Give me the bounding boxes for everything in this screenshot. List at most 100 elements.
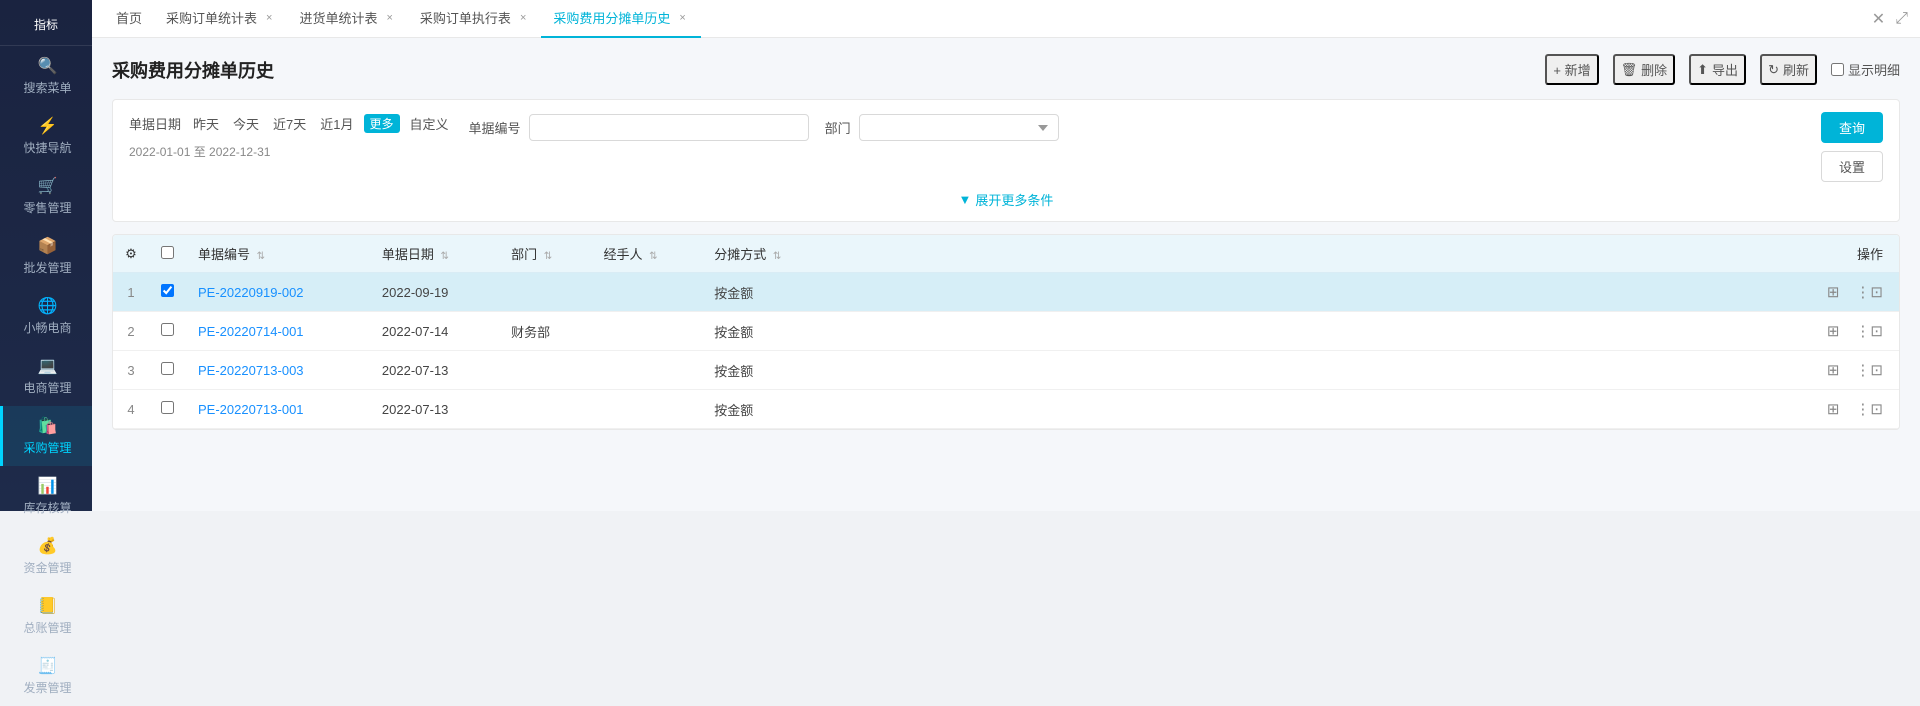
split-method-sort-icon: ⇅ (773, 251, 781, 262)
sidebar-item-quicknav[interactable]: ⚡ 快捷导航 (0, 106, 92, 166)
row-handler-2 (591, 351, 702, 390)
row-edit-icon-2[interactable]: ⊞ (1823, 359, 1844, 381)
sidebar-icon-purchase: 🛍️ (9, 416, 86, 436)
sidebar-item-search[interactable]: 🔍 搜索菜单 (0, 46, 92, 106)
sidebar-item-inventory[interactable]: 📊 库存核算 (0, 466, 92, 526)
row-edit-icon-3[interactable]: ⊞ (1823, 398, 1844, 420)
table-row[interactable]: 1 PE-20220919-002 2022-09-19 按金额 ⊞ ⋮⊡ (113, 273, 1899, 312)
sidebar-item-ledger[interactable]: 📒 总账管理 (0, 586, 92, 646)
row-checkbox-0[interactable] (149, 273, 186, 312)
row-handler-0 (591, 273, 702, 312)
sidebar-label-quicknav: 快捷导航 (9, 139, 86, 156)
dept-select[interactable]: 财务部 (859, 114, 1059, 141)
row-checkbox-input-1[interactable] (161, 323, 174, 336)
row-checkbox-input-0[interactable] (161, 284, 174, 297)
settings-col-header[interactable]: ⚙ (113, 235, 149, 273)
row-checkbox-2[interactable] (149, 351, 186, 390)
sidebar-item-invoice[interactable]: 🧾 发票管理 (0, 646, 92, 706)
sidebar-label-ecommerce-small: 小畅电商 (9, 319, 86, 336)
row-edit-icon-1[interactable]: ⊞ (1823, 320, 1844, 342)
close-window-icon[interactable]: ✕ (1872, 9, 1885, 29)
show-cols-input[interactable] (1831, 63, 1844, 76)
order-no-link-2[interactable]: PE-20220713-003 (198, 363, 304, 378)
sidebar-item-wholesale[interactable]: 📦 批发管理 (0, 226, 92, 286)
tab-purchase-order-stats[interactable]: 采购订单统计表 × (154, 0, 287, 38)
sidebar-item-purchase[interactable]: 🛍️ 采购管理 (0, 406, 92, 466)
sidebar-label-wholesale: 批发管理 (9, 259, 86, 276)
table-row[interactable]: 2 PE-20220714-001 2022-07-14 财务部 按金额 ⊞ ⋮… (113, 312, 1899, 351)
row-order-no-1[interactable]: PE-20220714-001 (186, 312, 370, 351)
tab-home[interactable]: 首页 (104, 0, 154, 38)
tab-close-purchase-order-exec[interactable]: × (517, 11, 529, 25)
row-num-0: 1 (113, 273, 149, 312)
expand-conditions-button[interactable]: ▼ 展开更多条件 (129, 190, 1883, 209)
tab-close-purchase-fee-history[interactable]: × (676, 11, 688, 25)
sidebar-label-invoice: 发票管理 (9, 679, 86, 696)
checkbox-col-header[interactable] (149, 235, 186, 273)
sidebar-item-ecommerce[interactable]: 💻 电商管理 (0, 346, 92, 406)
row-more-icon-3[interactable]: ⋮⊡ (1851, 398, 1887, 420)
tab-close-purchase-order-stats[interactable]: × (263, 11, 275, 25)
order-no-col-header[interactable]: 单据编号 ⇅ (186, 235, 370, 273)
date-label: 单据日期 (129, 114, 181, 133)
table-row[interactable]: 3 PE-20220713-003 2022-07-13 按金额 ⊞ ⋮⊡ (113, 351, 1899, 390)
tab-purchase-order-exec[interactable]: 采购订单执行表× (408, 0, 541, 38)
row-handler-3 (591, 390, 702, 429)
search-buttons: 查询 设置 (1821, 112, 1883, 182)
order-no-input[interactable] (529, 114, 809, 141)
show-cols-checkbox[interactable]: 显示明细 (1831, 60, 1900, 79)
custom-shortcut[interactable]: 自定义 (406, 112, 453, 135)
row-checkbox-input-2[interactable] (161, 362, 174, 375)
chevron-down-icon: ▼ (959, 192, 972, 207)
refresh-button[interactable]: ↻ 刷新 (1760, 54, 1817, 85)
order-no-sort-icon: ⇅ (257, 251, 265, 262)
sidebar-label-finance: 资金管理 (9, 559, 86, 576)
row-order-no-3[interactable]: PE-20220713-001 (186, 390, 370, 429)
add-button[interactable]: + 新增 (1545, 54, 1598, 85)
page-title: 采购费用分摊单历史 (112, 57, 274, 83)
select-all-checkbox[interactable] (161, 246, 174, 259)
last1month-shortcut[interactable]: 近1月 (316, 112, 357, 135)
delete-button[interactable]: 🗑 删除 (1613, 54, 1676, 85)
tab-purchase-fee-history[interactable]: 采购费用分摊单历史× (541, 0, 700, 38)
sidebar-item-ecommerce-small[interactable]: 🌐 小畅电商 (0, 286, 92, 346)
handler-col-header[interactable]: 经手人 ⇅ (591, 235, 702, 273)
order-no-link-3[interactable]: PE-20220713-001 (198, 402, 304, 417)
row-date-0: 2022-09-19 (370, 273, 499, 312)
today-shortcut[interactable]: 今天 (229, 112, 263, 135)
order-no-link-1[interactable]: PE-20220714-001 (198, 324, 304, 339)
row-more-icon-2[interactable]: ⋮⊡ (1851, 359, 1887, 381)
row-dept-1: 财务部 (499, 312, 591, 351)
row-num-3: 4 (113, 390, 149, 429)
maximize-window-icon[interactable]: ⤢ (1895, 10, 1908, 28)
row-edit-icon-0[interactable]: ⊞ (1823, 281, 1844, 303)
row-more-icon-1[interactable]: ⋮⊡ (1851, 320, 1887, 342)
dept-col-header[interactable]: 部门 ⇅ (499, 235, 591, 273)
order-no-link-0[interactable]: PE-20220919-002 (198, 285, 304, 300)
refresh-icon: ↻ (1768, 62, 1779, 78)
table-row[interactable]: 4 PE-20220713-001 2022-07-13 按金额 ⊞ ⋮⊡ (113, 390, 1899, 429)
row-checkbox-3[interactable] (149, 390, 186, 429)
yesterday-shortcut[interactable]: 昨天 (189, 112, 223, 135)
sidebar-icon-inventory: 📊 (9, 476, 86, 496)
search-settings-button[interactable]: 设置 (1821, 151, 1883, 182)
row-order-no-2[interactable]: PE-20220713-003 (186, 351, 370, 390)
date-col-header[interactable]: 单据日期 ⇅ (370, 235, 499, 273)
row-order-no-0[interactable]: PE-20220919-002 (186, 273, 370, 312)
more-shortcut[interactable]: 更多 (364, 114, 400, 133)
sidebar-label-retail: 零售管理 (9, 199, 86, 216)
query-button[interactable]: 查询 (1821, 112, 1883, 143)
sidebar-item-finance[interactable]: 💰 资金管理 (0, 526, 92, 586)
row-checkbox-1[interactable] (149, 312, 186, 351)
sidebar-item-retail[interactable]: 🛒 零售管理 (0, 166, 92, 226)
row-checkbox-input-3[interactable] (161, 401, 174, 414)
row-actions-1: ⊞ ⋮⊡ (1774, 312, 1899, 351)
row-more-icon-0[interactable]: ⋮⊡ (1851, 281, 1887, 303)
tab-close-goods-stats[interactable]: × (383, 11, 395, 25)
row-date-3: 2022-07-13 (370, 390, 499, 429)
last7days-shortcut[interactable]: 近7天 (269, 112, 310, 135)
export-button[interactable]: ⬆ 导出 (1689, 54, 1746, 85)
tab-goods-stats[interactable]: 进货单统计表× (287, 0, 407, 38)
split-method-col-header[interactable]: 分摊方式 ⇅ (702, 235, 1774, 273)
tab-label-purchase-order-stats: 采购订单统计表 (166, 8, 257, 27)
